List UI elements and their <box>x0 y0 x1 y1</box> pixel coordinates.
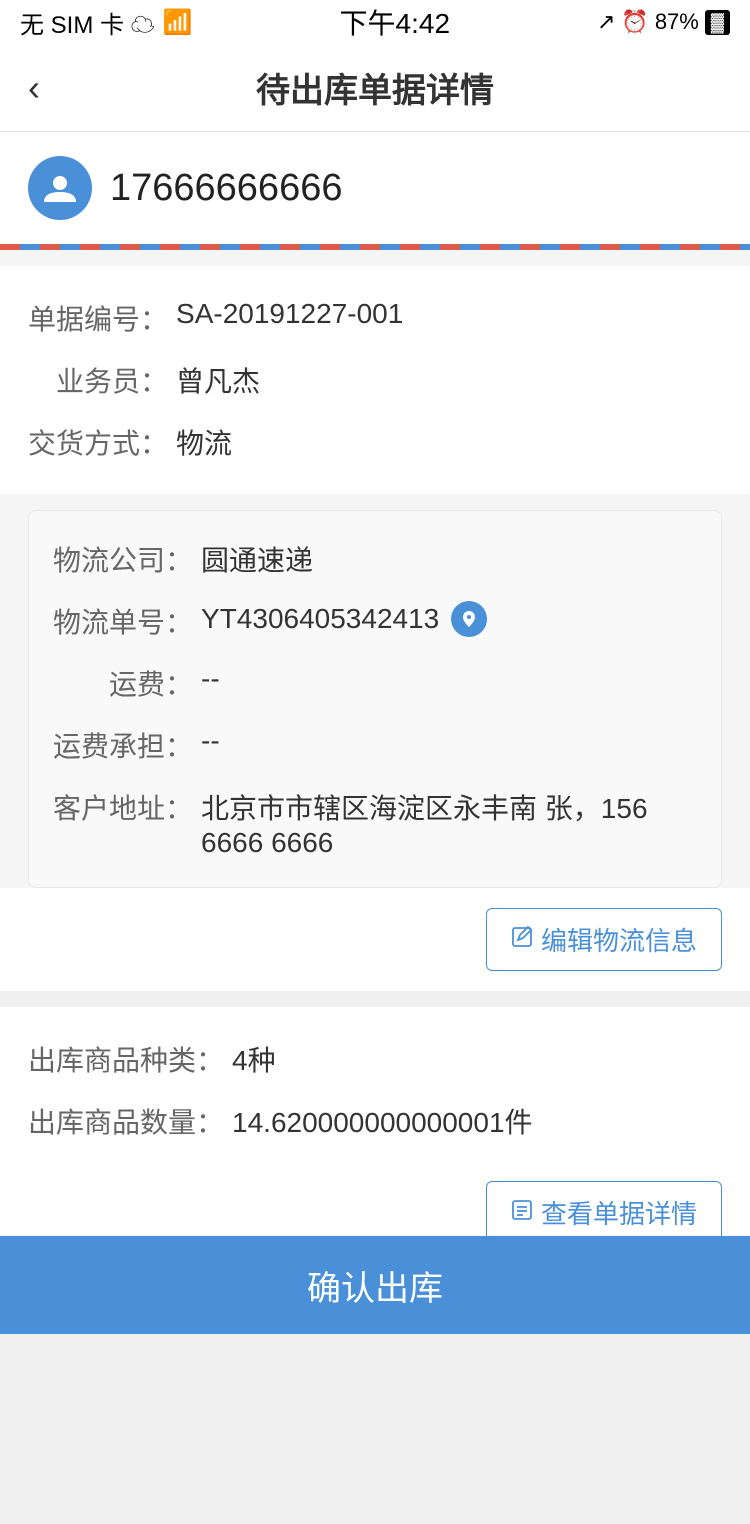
edit-logistics-button[interactable]: 编辑物流信息 <box>486 908 722 971</box>
goods-types-row: 出库商品种类： 4种 <box>28 1039 722 1079</box>
view-detail-label: 查看单据详情 <box>541 1194 697 1231</box>
goods-types-value: 4种 <box>232 1039 722 1079</box>
avatar <box>28 156 92 220</box>
logistics-tracking-row: 物流单号： YT4306405342413 <box>53 601 697 641</box>
confirm-button[interactable]: 确认出库 <box>0 1236 750 1334</box>
edit-btn-wrap: 编辑物流信息 <box>0 888 750 991</box>
agent-value: 曾凡杰 <box>176 360 722 400</box>
goods-quantity-value: 14.620000000000001件 <box>232 1101 722 1141</box>
goods-types-label: 出库商品种类： <box>28 1039 224 1079</box>
view-detail-button[interactable]: 查看单据详情 <box>486 1181 722 1244</box>
alarm-icon: ⏰ <box>621 9 648 35</box>
nav-bar: ‹ 待出库单据详情 <box>0 44 750 132</box>
freight-row: 运费： -- <box>53 663 697 703</box>
agent-label: 业务员： <box>28 360 168 400</box>
detail-list-icon <box>511 1197 533 1228</box>
battery-icon: ▓ <box>705 10 730 35</box>
logistics-tracking-value: YT4306405342413 <box>201 603 439 635</box>
agent-row: 业务员： 曾凡杰 <box>28 360 722 400</box>
user-section: 17666666666 <box>0 132 750 244</box>
delivery-row: 交货方式： 物流 <box>28 422 722 462</box>
address-label: 客户地址： <box>53 787 193 827</box>
order-number-label: 单据编号： <box>28 298 168 338</box>
address-value: 北京市市辖区海淀区永丰南 张，156 6666 6666 <box>201 787 697 859</box>
delivery-value: 物流 <box>176 422 722 462</box>
goods-section: 出库商品种类： 4种 出库商品数量： 14.620000000000001件 <box>0 1007 750 1161</box>
goods-quantity-row: 出库商品数量： 14.620000000000001件 <box>28 1101 722 1141</box>
location-status-icon: ↗ <box>597 9 615 35</box>
status-bar: 无 SIM 卡 ☁ 📶 下午4:42 ↗ ⏰ 87% ▓ <box>0 0 750 44</box>
order-info-section: 单据编号： SA-20191227-001 业务员： 曾凡杰 交货方式： 物流 <box>0 266 750 494</box>
freight-label: 运费： <box>53 663 193 703</box>
order-number-row: 单据编号： SA-20191227-001 <box>28 298 722 338</box>
logistics-tracking-value-wrap: YT4306405342413 <box>201 601 697 637</box>
goods-quantity-label: 出库商品数量： <box>28 1101 224 1141</box>
edit-logistics-label: 编辑物流信息 <box>541 921 697 958</box>
logistics-card: 物流公司： 圆通速递 物流单号： YT4306405342413 运费： -- … <box>28 510 722 888</box>
edit-icon <box>511 924 533 955</box>
delivery-label: 交货方式： <box>28 422 168 462</box>
sim-label: 无 SIM 卡 ☁ <box>20 5 155 40</box>
battery-label: 87% <box>655 9 699 35</box>
freight-bearer-row: 运费承担： -- <box>53 725 697 765</box>
freight-bearer-label: 运费承担： <box>53 725 193 765</box>
address-row: 客户地址： 北京市市辖区海淀区永丰南 张，156 6666 6666 <box>53 787 697 859</box>
logistics-company-value: 圆通速递 <box>201 539 697 579</box>
user-phone: 17666666666 <box>110 167 342 210</box>
page-title: 待出库单据详情 <box>256 63 494 112</box>
status-time: 下午4:42 <box>340 2 451 42</box>
wifi-icon: 📶 <box>163 8 193 37</box>
tracking-location-icon[interactable] <box>451 601 487 637</box>
section-separator <box>0 991 750 1007</box>
logistics-company-row: 物流公司： 圆通速递 <box>53 539 697 579</box>
status-right: ↗ ⏰ 87% ▓ <box>597 9 730 35</box>
back-button[interactable]: ‹ <box>28 67 40 109</box>
logistics-company-label: 物流公司： <box>53 539 193 579</box>
freight-value: -- <box>201 663 697 695</box>
dashed-divider <box>0 244 750 250</box>
logistics-tracking-label: 物流单号： <box>53 601 193 641</box>
confirm-button-label: 确认出库 <box>307 1261 443 1310</box>
order-number-value: SA-20191227-001 <box>176 298 722 330</box>
status-left: 无 SIM 卡 ☁ 📶 <box>20 5 193 40</box>
freight-bearer-value: -- <box>201 725 697 757</box>
